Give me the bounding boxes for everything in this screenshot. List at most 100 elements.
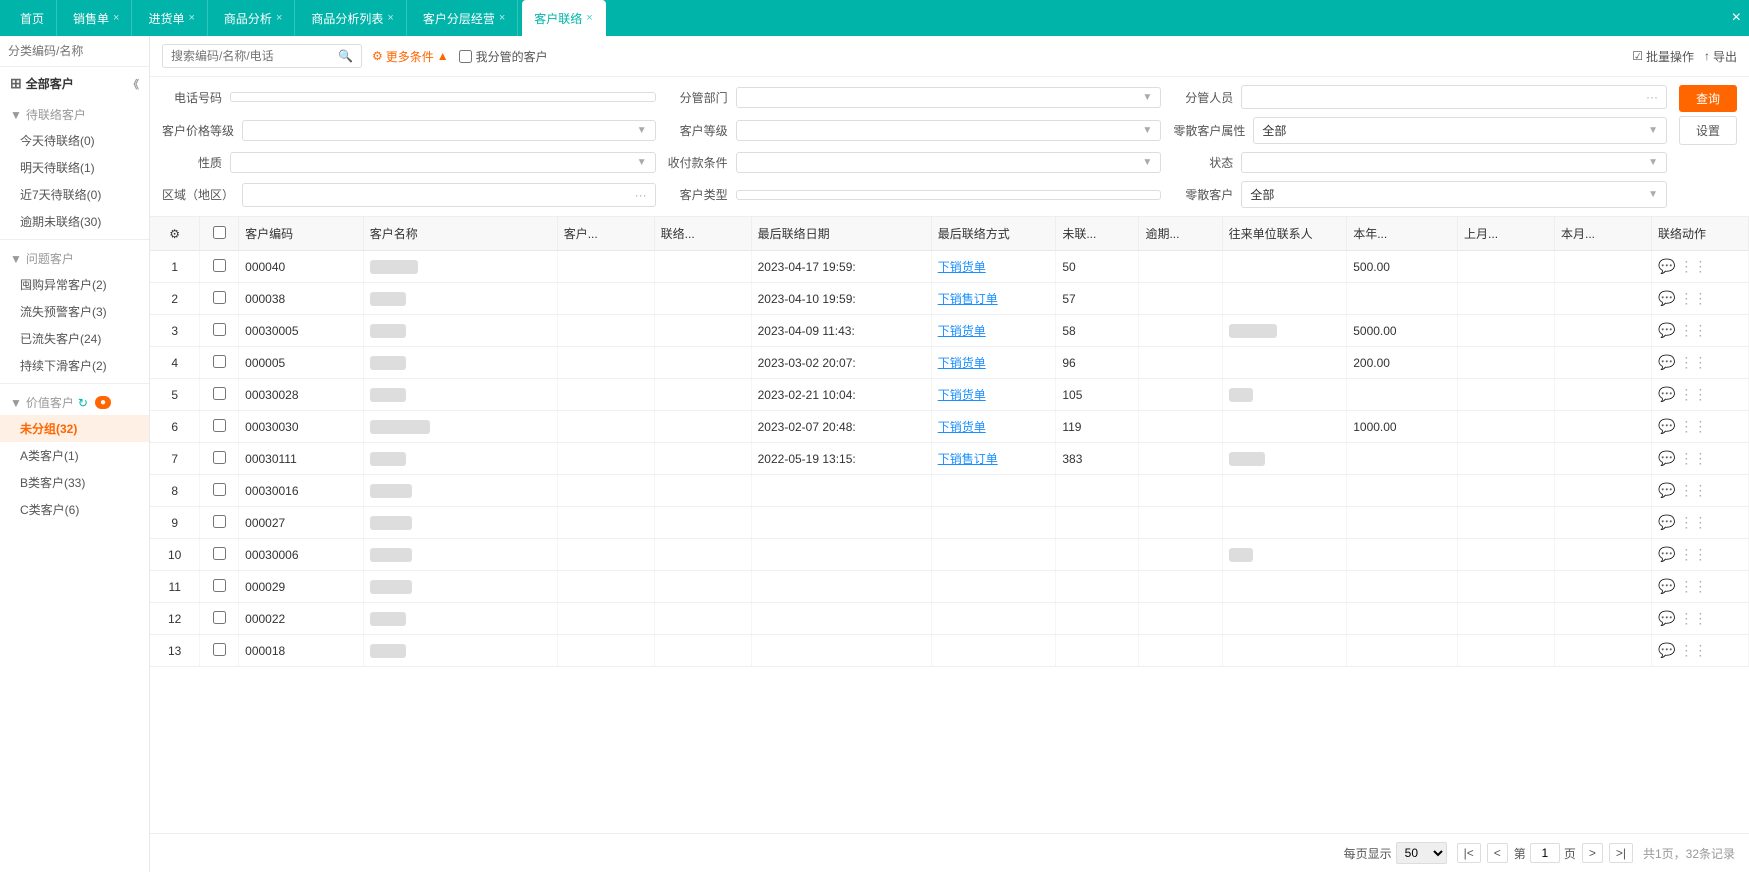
row-checkbox[interactable]: [213, 547, 226, 560]
contact-method-link[interactable]: 下销货单: [938, 260, 986, 274]
message-action-icon[interactable]: 💬: [1658, 418, 1675, 435]
tab-analysis-list[interactable]: 商品分析列表 ×: [299, 0, 406, 36]
contact-method-link[interactable]: 下销货单: [938, 388, 986, 402]
row-checkbox[interactable]: [213, 579, 226, 592]
sidebar-search-box[interactable]: 🔍: [0, 36, 149, 67]
group-pending-contact[interactable]: ▼ 待联络客户: [0, 100, 149, 127]
row-checkbox[interactable]: [213, 387, 226, 400]
sidebar-item-overdue[interactable]: 逾期未联络(30): [0, 208, 149, 235]
cell-check[interactable]: [200, 315, 239, 347]
more-action-icon[interactable]: ⋮⋮: [1679, 546, 1707, 563]
message-action-icon[interactable]: 💬: [1658, 354, 1675, 371]
sidebar-item-tomorrow[interactable]: 明天待联络(1): [0, 154, 149, 181]
cell-check[interactable]: [200, 379, 239, 411]
contact-method-link[interactable]: 下销售订单: [938, 452, 998, 466]
export-btn[interactable]: ↑ 导出: [1704, 48, 1737, 65]
more-action-icon[interactable]: ⋮⋮: [1679, 450, 1707, 467]
query-button[interactable]: 查询: [1679, 85, 1737, 112]
filter-phone-input[interactable]: [230, 92, 656, 102]
contact-method-link[interactable]: 下销货单: [938, 356, 986, 370]
filter-nature-select[interactable]: ▼: [230, 152, 656, 173]
more-action-icon[interactable]: ⋮⋮: [1679, 386, 1707, 403]
tab-home[interactable]: 首页: [8, 0, 57, 36]
sidebar-item-ungrouped[interactable]: 未分组(32): [0, 415, 149, 442]
more-action-icon[interactable]: ⋮⋮: [1679, 322, 1707, 339]
cell-check[interactable]: [200, 347, 239, 379]
filter-customer-type-input[interactable]: [736, 190, 1162, 200]
message-action-icon[interactable]: 💬: [1658, 578, 1675, 595]
cell-check[interactable]: [200, 283, 239, 315]
main-search-icon[interactable]: 🔍: [338, 49, 353, 63]
row-checkbox[interactable]: [213, 451, 226, 464]
close-tab-sales-icon[interactable]: ×: [113, 12, 119, 24]
sidebar-item-churn-warning[interactable]: 流失预警客户(3): [0, 298, 149, 325]
message-action-icon[interactable]: 💬: [1658, 514, 1675, 531]
more-action-icon[interactable]: ⋮⋮: [1679, 354, 1707, 371]
more-action-icon[interactable]: ⋮⋮: [1679, 610, 1707, 627]
main-search-input[interactable]: [171, 49, 332, 63]
filter-retail-attr-select[interactable]: 全部 ▼: [1253, 117, 1667, 144]
close-tab-analysis-icon[interactable]: ×: [276, 12, 282, 24]
contact-method-link[interactable]: 下销货单: [938, 420, 986, 434]
close-tab-purchase-icon[interactable]: ×: [188, 12, 194, 24]
tab-analysis[interactable]: 商品分析 ×: [212, 0, 295, 36]
more-action-icon[interactable]: ⋮⋮: [1679, 482, 1707, 499]
more-conditions-btn[interactable]: ⚙ 更多条件 ▲: [372, 48, 449, 65]
cell-check[interactable]: [200, 539, 239, 571]
sidebar-search-input[interactable]: [8, 44, 150, 58]
message-action-icon[interactable]: 💬: [1658, 642, 1675, 659]
collapse-sidebar-icon[interactable]: 《: [128, 76, 139, 92]
tab-purchase[interactable]: 进货单 ×: [136, 0, 207, 36]
my-customer-checkbox[interactable]: [459, 50, 472, 63]
message-action-icon[interactable]: 💬: [1658, 258, 1675, 275]
all-customers-header[interactable]: ⊞ 全部客户 《: [0, 67, 149, 100]
group-value-customers[interactable]: ▼ 价值客户 ↻ ●: [0, 388, 149, 415]
cell-check[interactable]: [200, 571, 239, 603]
cell-check[interactable]: [200, 443, 239, 475]
cell-check[interactable]: [200, 251, 239, 283]
sidebar-item-type-b[interactable]: B类客户(33): [0, 469, 149, 496]
reset-button[interactable]: 设置: [1679, 116, 1737, 145]
page-size-select[interactable]: 50 100 200: [1396, 842, 1447, 864]
filter-region-input[interactable]: ···: [242, 183, 656, 207]
more-action-icon[interactable]: ⋮⋮: [1679, 290, 1707, 307]
batch-operation-btn[interactable]: ☑ 批量操作: [1632, 48, 1694, 65]
row-checkbox[interactable]: [213, 515, 226, 528]
cell-check[interactable]: [200, 475, 239, 507]
last-page-btn[interactable]: >|: [1609, 843, 1633, 863]
tab-sales[interactable]: 销售单 ×: [61, 0, 132, 36]
cell-check[interactable]: [200, 411, 239, 443]
row-checkbox[interactable]: [213, 483, 226, 496]
page-number-input[interactable]: [1530, 843, 1560, 863]
sidebar-item-7days[interactable]: 近7天待联络(0): [0, 181, 149, 208]
group-problem-customers[interactable]: ▼ 问题客户: [0, 244, 149, 271]
more-action-icon[interactable]: ⋮⋮: [1679, 258, 1707, 275]
tab-customer-mgmt[interactable]: 客户分层经营 ×: [411, 0, 518, 36]
filter-price-level-select[interactable]: ▼: [242, 120, 656, 141]
th-checkbox[interactable]: [200, 217, 239, 251]
row-checkbox[interactable]: [213, 323, 226, 336]
close-tab-analysis-list-icon[interactable]: ×: [387, 12, 393, 24]
row-checkbox[interactable]: [213, 419, 226, 432]
filter-payment-select[interactable]: ▼: [736, 152, 1162, 173]
sidebar-item-type-c[interactable]: C类客户(6): [0, 496, 149, 523]
message-action-icon[interactable]: 💬: [1658, 386, 1675, 403]
row-checkbox[interactable]: [213, 259, 226, 272]
message-action-icon[interactable]: 💬: [1658, 450, 1675, 467]
message-action-icon[interactable]: 💬: [1658, 322, 1675, 339]
contact-method-link[interactable]: 下销售订单: [938, 292, 998, 306]
sidebar-item-declining[interactable]: 持续下滑客户(2): [0, 352, 149, 379]
filter-manager-input[interactable]: ···: [1241, 85, 1667, 109]
next-page-btn[interactable]: >: [1582, 843, 1603, 863]
tab-customer-contact[interactable]: 客户联络 ×: [522, 0, 605, 36]
gear-icon[interactable]: ⚙: [169, 227, 180, 241]
message-action-icon[interactable]: 💬: [1658, 546, 1675, 563]
refresh-icon[interactable]: ↻: [78, 396, 88, 410]
row-checkbox[interactable]: [213, 611, 226, 624]
more-action-icon[interactable]: ⋮⋮: [1679, 642, 1707, 659]
more-action-icon[interactable]: ⋮⋮: [1679, 418, 1707, 435]
more-action-icon[interactable]: ⋮⋮: [1679, 514, 1707, 531]
sidebar-item-churned[interactable]: 已流失客户(24): [0, 325, 149, 352]
close-tab-customer-contact-icon[interactable]: ×: [586, 12, 592, 24]
filter-customer-level-select[interactable]: ▼: [736, 120, 1162, 141]
